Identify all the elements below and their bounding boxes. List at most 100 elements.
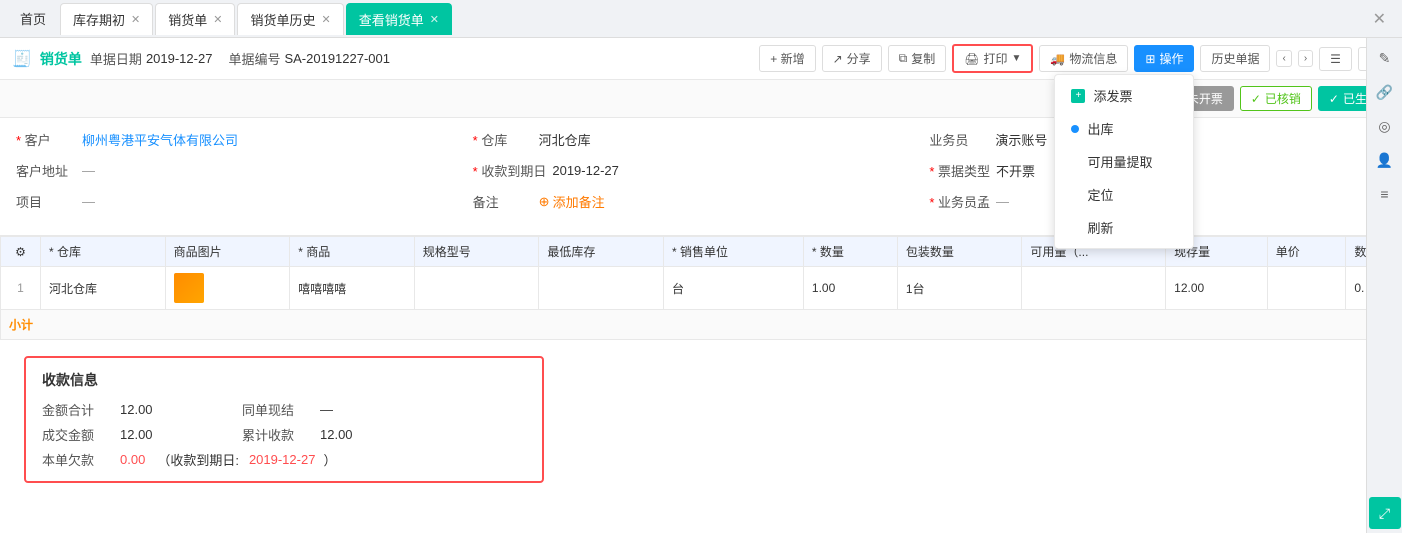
row-price (1267, 267, 1346, 310)
col-product-img: 商品图片 (165, 237, 290, 267)
col-price: 单价 (1267, 237, 1346, 267)
menu-item-refresh[interactable]: 刷新 (1055, 211, 1193, 244)
row-spec (414, 267, 539, 310)
ticket-type-label: 票据类型 (929, 161, 990, 180)
tab-sales[interactable]: 销货单 ✕ (155, 3, 235, 35)
menu-item-outbound[interactable]: 出库 (1055, 112, 1193, 145)
operations-wrapper: ⊞ 操作 + 添发票 出库 (1134, 45, 1194, 72)
already-cancelled-button[interactable]: ✓ 已核销 (1240, 86, 1312, 111)
row-num: 1 (1, 267, 41, 310)
transaction-value: 12.00 (120, 427, 153, 442)
col-qty: * 数量 (803, 237, 897, 267)
due-end: ） (323, 450, 336, 469)
menu-item-available-qty[interactable]: 可用量提取 (1055, 145, 1193, 178)
new-button[interactable]: + 新增 (759, 45, 815, 72)
col-warehouse: * 仓库 (41, 237, 166, 267)
row-current-stock: 12.00 (1166, 267, 1268, 310)
tab-home[interactable]: 首页 (8, 3, 58, 35)
operations-button[interactable]: ⊞ 操作 (1134, 45, 1194, 72)
view-list-button[interactable]: ☰ (1319, 47, 1352, 71)
tab-close-sales-history[interactable]: ✕ (322, 13, 331, 26)
link-sidebar-icon[interactable]: 🔗 (1369, 76, 1401, 108)
customer-field: 客户 柳州粤港平安气体有限公司 (16, 130, 473, 149)
transaction-label: 成交金额 (42, 425, 112, 444)
payment-section: 收款信息 金额合计 12.00 同单现结 — 成交金额 12.00 (24, 356, 544, 483)
date-value: 2019-12-27 (146, 51, 213, 66)
person-sidebar-icon[interactable]: 👤 (1369, 144, 1401, 176)
amount-total-row: 金额合计 12.00 (42, 400, 242, 419)
expand-sidebar-icon[interactable]: ⤢ (1369, 497, 1401, 529)
date-label: 单据日期 (90, 49, 142, 68)
history-button[interactable]: 历史单据 (1200, 45, 1270, 72)
warehouse-label: 仓库 (473, 130, 533, 149)
product-table-container: ⚙ * 仓库 商品图片 * 商品 规格型号 最低库存 * 销售单位 * 数量 包… (0, 235, 1402, 340)
row-min-stock (539, 267, 664, 310)
circle-sidebar-icon[interactable]: ◎ (1369, 110, 1401, 142)
nav-next-button[interactable]: › (1298, 50, 1313, 67)
tab-close-sales[interactable]: ✕ (213, 13, 222, 26)
menu-item-locate[interactable]: 定位 (1055, 178, 1193, 211)
subtotal-label: 小计 (1, 310, 1402, 340)
right-sidebar: ✎ 🔗 ◎ 👤 ≡ ⤢ (1366, 38, 1402, 533)
address-value: — (82, 163, 95, 178)
ticket-type-value: 不开票 (996, 161, 1035, 180)
row-warehouse: 河北仓库 (41, 267, 166, 310)
col-package-qty: 包装数量 (897, 237, 1022, 267)
doc-meta: 单据日期 2019-12-27 单据编号 SA-20191227-001 (90, 49, 390, 68)
address-field: 客户地址 — (16, 161, 473, 180)
tab-sales-history[interactable]: 销货单历史 ✕ (237, 3, 343, 35)
num-value: SA-20191227-001 (284, 51, 390, 66)
row-package-qty: 1台 (897, 267, 1022, 310)
print-icon: 🖨 (964, 52, 979, 66)
share-icon: ↗ (833, 52, 843, 66)
cumulative-label: 累计收款 (242, 425, 312, 444)
payment-title: 收款信息 (42, 370, 526, 390)
add-note-button[interactable]: ⊕ 添加备注 (539, 192, 605, 211)
due-label: 本单欠款 (42, 450, 112, 469)
print-wrapper: 🖨 打印 ▼ (952, 44, 1033, 73)
outbound-icon (1071, 125, 1079, 133)
print-button[interactable]: 🖨 打印 ▼ (952, 44, 1033, 73)
menu-item-add-invoice[interactable]: + 添发票 (1055, 79, 1193, 112)
address-label: 客户地址 (16, 161, 76, 180)
table-row: 1 河北仓库 嘻嘻嘻嘻 台 1.00 1台 12.00 (1, 267, 1402, 310)
tab-inventory[interactable]: 库存期初 ✕ (60, 3, 153, 35)
doc-type-label: 🧾 销货单 (12, 49, 82, 69)
tab-view-sales[interactable]: 查看销货单 ✕ (346, 3, 452, 35)
subtotal-row: 小计 (1, 310, 1402, 340)
payment-date-label: 收款到期日 (473, 161, 547, 180)
payment-date-value: 2019-12-27 (552, 163, 619, 178)
customer-label: 客户 (16, 130, 76, 149)
warehouse-value: 河北仓库 (539, 130, 591, 149)
window-close-button[interactable]: ✕ (1365, 7, 1394, 32)
project-value: — (82, 194, 95, 209)
share-button[interactable]: ↗ 分享 (822, 45, 882, 72)
due-suffix: （收款到期日: (157, 450, 239, 469)
warehouse-field: 仓库 河北仓库 (473, 130, 930, 149)
settlement-label: 同单现结 (242, 400, 312, 419)
col-unit: * 销售单位 (663, 237, 803, 267)
amount-total-value: 12.00 (120, 402, 153, 417)
settlement-row: 同单现结 — (242, 400, 442, 419)
edit-sidebar-icon[interactable]: ✎ (1369, 42, 1401, 74)
col-min-stock: 最低库存 (539, 237, 664, 267)
copy-icon: ⧉ (899, 51, 908, 66)
nav-prev-button[interactable]: ‹ (1276, 50, 1291, 67)
col-gear[interactable]: ⚙ (1, 237, 41, 267)
logistics-button[interactable]: 🚚 物流信息 (1039, 45, 1128, 72)
due-row: 本单欠款 0.00 （收款到期日: 2019-12-27 ） (42, 450, 442, 469)
payment-grid: 金额合计 12.00 同单现结 — 成交金额 12.00 累计收款 12.00 (42, 400, 526, 469)
cumulative-value: 12.00 (320, 427, 353, 442)
tab-close-inventory[interactable]: ✕ (131, 13, 140, 26)
copy-button[interactable]: ⧉ 复制 (888, 45, 947, 72)
project-label: 项目 (16, 192, 76, 211)
operations-dropdown-menu: + 添发票 出库 可用量提取 定位 (1054, 74, 1194, 249)
customer-value[interactable]: 柳州粤港平安气体有限公司 (82, 130, 238, 149)
note-field: 备注 ⊕ 添加备注 (473, 192, 930, 211)
transaction-row: 成交金额 12.00 (42, 425, 242, 444)
list-sidebar-icon[interactable]: ≡ (1369, 178, 1401, 210)
row-unit: 台 (663, 267, 803, 310)
tab-close-view-sales[interactable]: ✕ (430, 13, 439, 26)
toolbar-actions: + 新增 ↗ 分享 ⧉ 复制 🖨 打印 ▼ (759, 44, 1390, 73)
staff2-label: 业务员孟 (929, 192, 990, 211)
